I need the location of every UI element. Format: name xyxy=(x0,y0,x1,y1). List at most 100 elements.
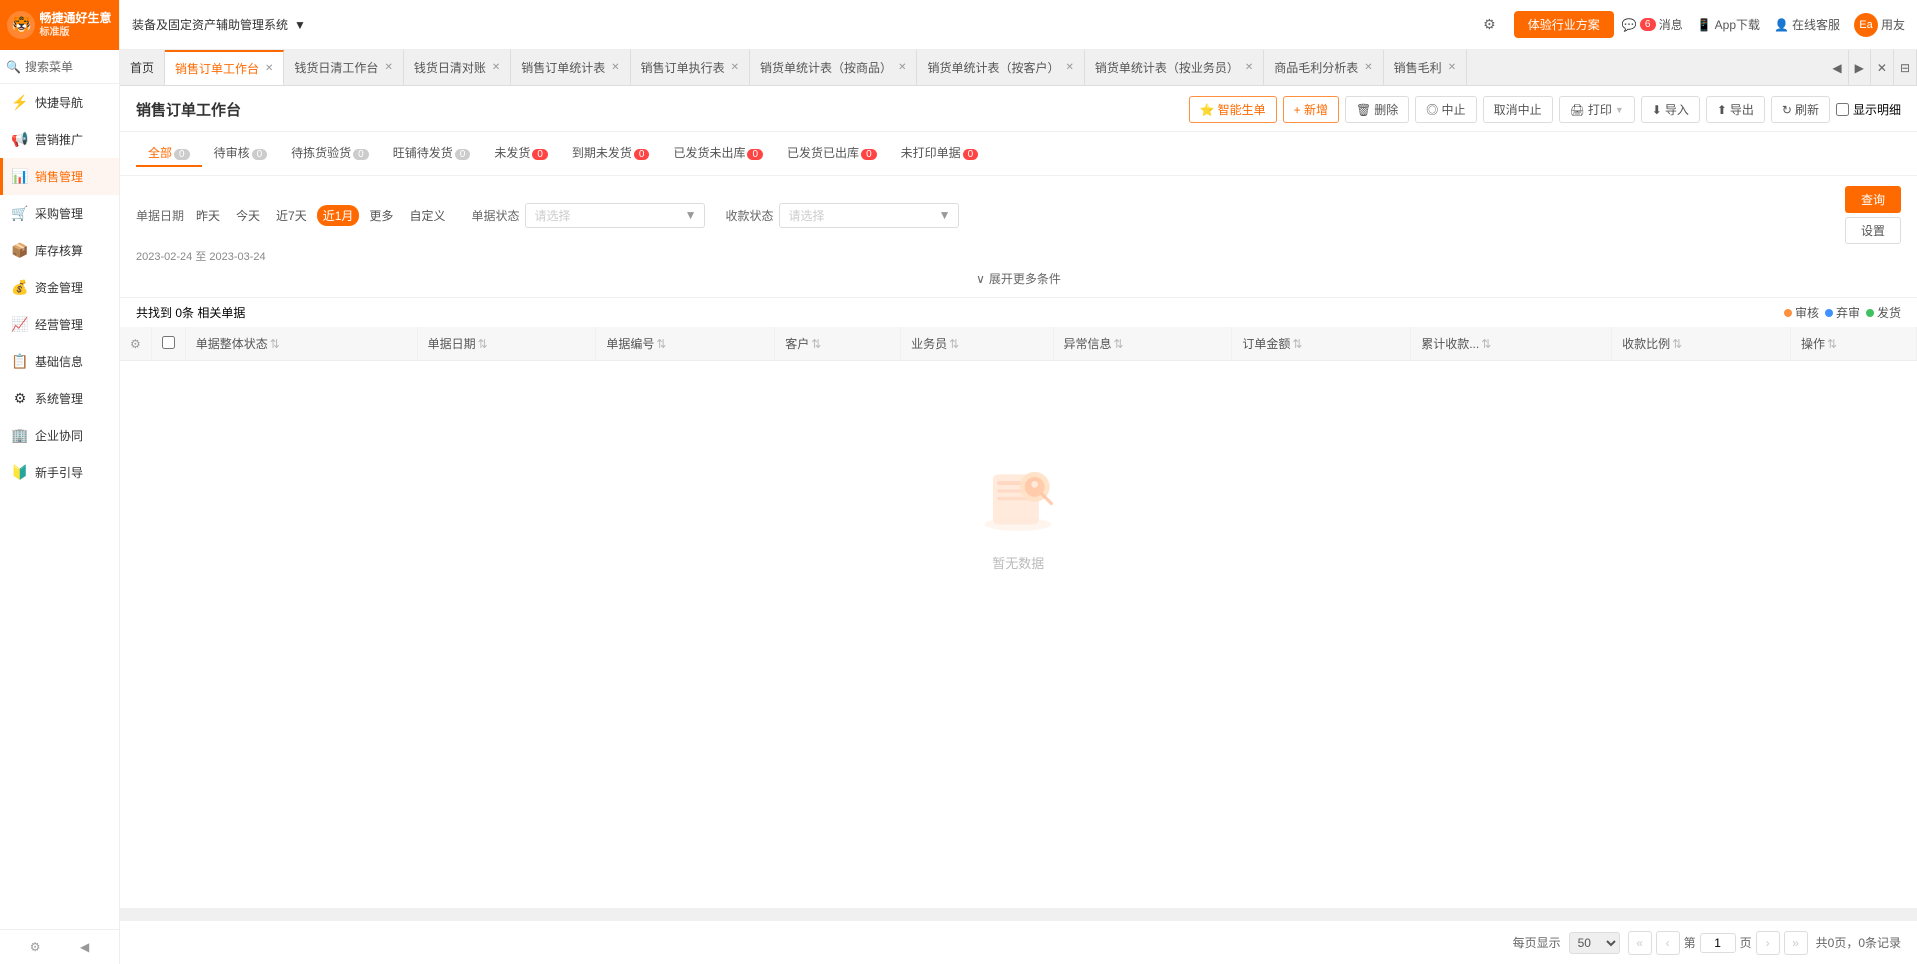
sidebar-item-inventory[interactable]: 📦库存核算 xyxy=(0,232,119,269)
sidebar-item-finance[interactable]: 💰资金管理 xyxy=(0,269,119,306)
tab-next-btn[interactable]: ▶ xyxy=(1849,50,1871,85)
refresh-button[interactable]: ↻ 刷新 xyxy=(1771,96,1830,123)
user-action[interactable]: Ea 用友 xyxy=(1854,13,1905,37)
tab-sales-by-product[interactable]: 销货单统计表（按商品）✕ xyxy=(750,50,917,85)
tab-home[interactable]: 首页 xyxy=(120,50,165,85)
summary-action-review[interactable]: 审核 xyxy=(1784,304,1819,321)
tab-sales-execute[interactable]: 销售订单执行表✕ xyxy=(631,50,750,85)
tab-sales-by-staff[interactable]: 销货单统计表（按业务员）✕ xyxy=(1085,50,1264,85)
show-detail-label[interactable]: 显示明细 xyxy=(1836,101,1901,118)
horizontal-scrollbar[interactable] xyxy=(120,908,1917,920)
tab-expand-btn[interactable]: ⊟ xyxy=(1894,50,1917,85)
sort-icon-date[interactable]: ⇅ xyxy=(478,337,488,351)
sort-icon-operation[interactable]: ⇅ xyxy=(1827,337,1837,351)
sidebar-item-sales[interactable]: 📊销售管理 xyxy=(0,158,119,195)
sidebar-item-quick-nav[interactable]: ⚡快捷导航 xyxy=(0,84,119,121)
sort-icon-number[interactable]: ⇅ xyxy=(656,337,666,351)
tab-close-all-btn[interactable]: ✕ xyxy=(1871,50,1894,85)
last-page-btn[interactable]: » xyxy=(1784,931,1808,955)
add-button[interactable]: + 新增 xyxy=(1283,96,1339,123)
date-btn-custom[interactable]: 自定义 xyxy=(403,205,451,226)
sort-icon-ratio[interactable]: ⇅ xyxy=(1672,337,1682,351)
sub-tab-overdue-delivery[interactable]: 到期未发货0 xyxy=(560,140,662,167)
page-input[interactable] xyxy=(1700,933,1736,953)
tab-sales-profit[interactable]: 销售毛利✕ xyxy=(1384,50,1467,85)
export-button[interactable]: ⬆ 导出 xyxy=(1706,96,1765,123)
delete-button[interactable]: 🗑 删除 xyxy=(1345,96,1409,123)
date-btn-last7[interactable]: 近7天 xyxy=(270,205,313,226)
tab-cash-reconcile[interactable]: 钱货日清对账✕ xyxy=(404,50,511,85)
tab-sales-stats[interactable]: 销售订单统计表✕ xyxy=(511,50,630,85)
next-page-btn[interactable]: › xyxy=(1756,931,1780,955)
tab-close-icon[interactable]: ✕ xyxy=(731,62,739,73)
tab-close-icon[interactable]: ✕ xyxy=(1448,62,1456,73)
tab-close-icon[interactable]: ✕ xyxy=(611,62,619,73)
select-all-header[interactable] xyxy=(151,327,185,361)
tab-close-icon[interactable]: ✕ xyxy=(492,62,500,73)
sub-tab-pending-review[interactable]: 待审核0 xyxy=(202,140,280,167)
sidebar-item-operations[interactable]: 📈经营管理 xyxy=(0,306,119,343)
tab-profit-analysis[interactable]: 商品毛利分析表✕ xyxy=(1264,50,1383,85)
tab-close-icon[interactable]: ✕ xyxy=(1065,62,1073,73)
message-action[interactable]: 💬 6 消息 xyxy=(1622,16,1683,33)
sub-tab-delivered-out[interactable]: 已发货已出库0 xyxy=(775,140,889,167)
sidebar-item-enterprise[interactable]: 🏢企业协同 xyxy=(0,417,119,454)
date-btn-today[interactable]: 今天 xyxy=(230,205,266,226)
sidebar-item-guide[interactable]: 🔰新手引导 xyxy=(0,454,119,491)
sort-icon-status[interactable]: ⇅ xyxy=(270,337,280,351)
tab-close-icon[interactable]: ✕ xyxy=(1364,62,1372,73)
sub-tab-undelivered[interactable]: 未发货0 xyxy=(482,140,560,167)
dropdown-arrow-icon[interactable]: ▼ xyxy=(294,18,306,32)
date-btn-last1m[interactable]: 近1月 xyxy=(317,205,360,226)
tab-cash-daily[interactable]: 钱货日清工作台✕ xyxy=(284,50,403,85)
filter-settings-button[interactable]: 设置 xyxy=(1845,217,1901,244)
sub-tab-wangpu-delivery[interactable]: 旺铺待发货0 xyxy=(381,140,483,167)
status-select[interactable]: 请选择 ▼ xyxy=(525,203,705,228)
tab-sales-by-customer[interactable]: 销货单统计表（按客户）✕ xyxy=(917,50,1084,85)
column-settings[interactable]: ⚙ xyxy=(120,327,151,361)
date-btn-more[interactable]: 更多 xyxy=(363,205,399,226)
sub-tab-all[interactable]: 全部0 xyxy=(136,140,202,167)
settings-icon[interactable]: ⚙ xyxy=(30,940,41,954)
summary-action-deliver[interactable]: 发货 xyxy=(1866,304,1901,321)
tab-close-icon[interactable]: ✕ xyxy=(898,62,906,73)
summary-action-cancel-review[interactable]: 弃审 xyxy=(1825,304,1860,321)
print-button[interactable]: 🖨 打印 ▼ xyxy=(1559,96,1635,123)
sidebar-item-basic[interactable]: 📋基础信息 xyxy=(0,343,119,380)
sort-icon-customer[interactable]: ⇅ xyxy=(811,337,821,351)
smart-create-button[interactable]: ⭐ 智能生单 xyxy=(1189,96,1277,123)
online-service-action[interactable]: 👤 在线客服 xyxy=(1774,16,1840,33)
industry-solution-button[interactable]: 体验行业方案 xyxy=(1514,11,1614,38)
sort-icon-amount[interactable]: ⇅ xyxy=(1292,337,1302,351)
tab-close-icon[interactable]: ✕ xyxy=(1245,62,1253,73)
sidebar-item-marketing[interactable]: 📢营销推广 xyxy=(0,121,119,158)
prev-page-btn[interactable]: ‹ xyxy=(1656,931,1680,955)
per-page-select[interactable]: 10 20 50 100 xyxy=(1569,932,1620,954)
tab-prev-btn[interactable]: ◀ xyxy=(1826,50,1848,85)
sort-icon-abnormal[interactable]: ⇅ xyxy=(1114,337,1124,351)
tab-sales-workbench[interactable]: 销售订单工作台✕ xyxy=(165,50,284,85)
date-btn-yesterday[interactable]: 昨天 xyxy=(190,205,226,226)
settings-btn[interactable]: ⚙ xyxy=(1473,12,1506,37)
tab-close-icon[interactable]: ✕ xyxy=(265,63,273,74)
payment-select[interactable]: 请选择 ▼ xyxy=(779,203,959,228)
expand-more-btn[interactable]: ∨ 展开更多条件 xyxy=(136,270,1901,287)
select-all-checkbox[interactable] xyxy=(162,336,175,349)
sub-tab-unprinted[interactable]: 未打印单据0 xyxy=(889,140,991,167)
cancel-stop-button[interactable]: 取消中止 xyxy=(1483,96,1553,123)
sub-tab-pending-check[interactable]: 待拣货验货0 xyxy=(279,140,381,167)
collapse-icon[interactable]: ◀ xyxy=(80,940,89,954)
sort-icon-staff[interactable]: ⇅ xyxy=(949,337,959,351)
sidebar-item-purchase[interactable]: 🛒采购管理 xyxy=(0,195,119,232)
app-download-action[interactable]: 📱 App下载 xyxy=(1697,16,1760,33)
query-button[interactable]: 查询 xyxy=(1845,186,1901,213)
sidebar-search[interactable]: 🔍 搜索菜单 xyxy=(0,50,119,84)
show-detail-checkbox[interactable] xyxy=(1836,103,1849,116)
import-button[interactable]: ⬇ 导入 xyxy=(1641,96,1700,123)
stop-button[interactable]: ◎ 中止 xyxy=(1415,96,1476,123)
sub-tab-delivered-not-out[interactable]: 已发货未出库0 xyxy=(661,140,775,167)
tab-close-icon[interactable]: ✕ xyxy=(384,62,392,73)
first-page-btn[interactable]: « xyxy=(1628,931,1652,955)
sort-icon-collected[interactable]: ⇅ xyxy=(1481,337,1491,351)
sidebar-item-system[interactable]: ⚙系统管理 xyxy=(0,380,119,417)
